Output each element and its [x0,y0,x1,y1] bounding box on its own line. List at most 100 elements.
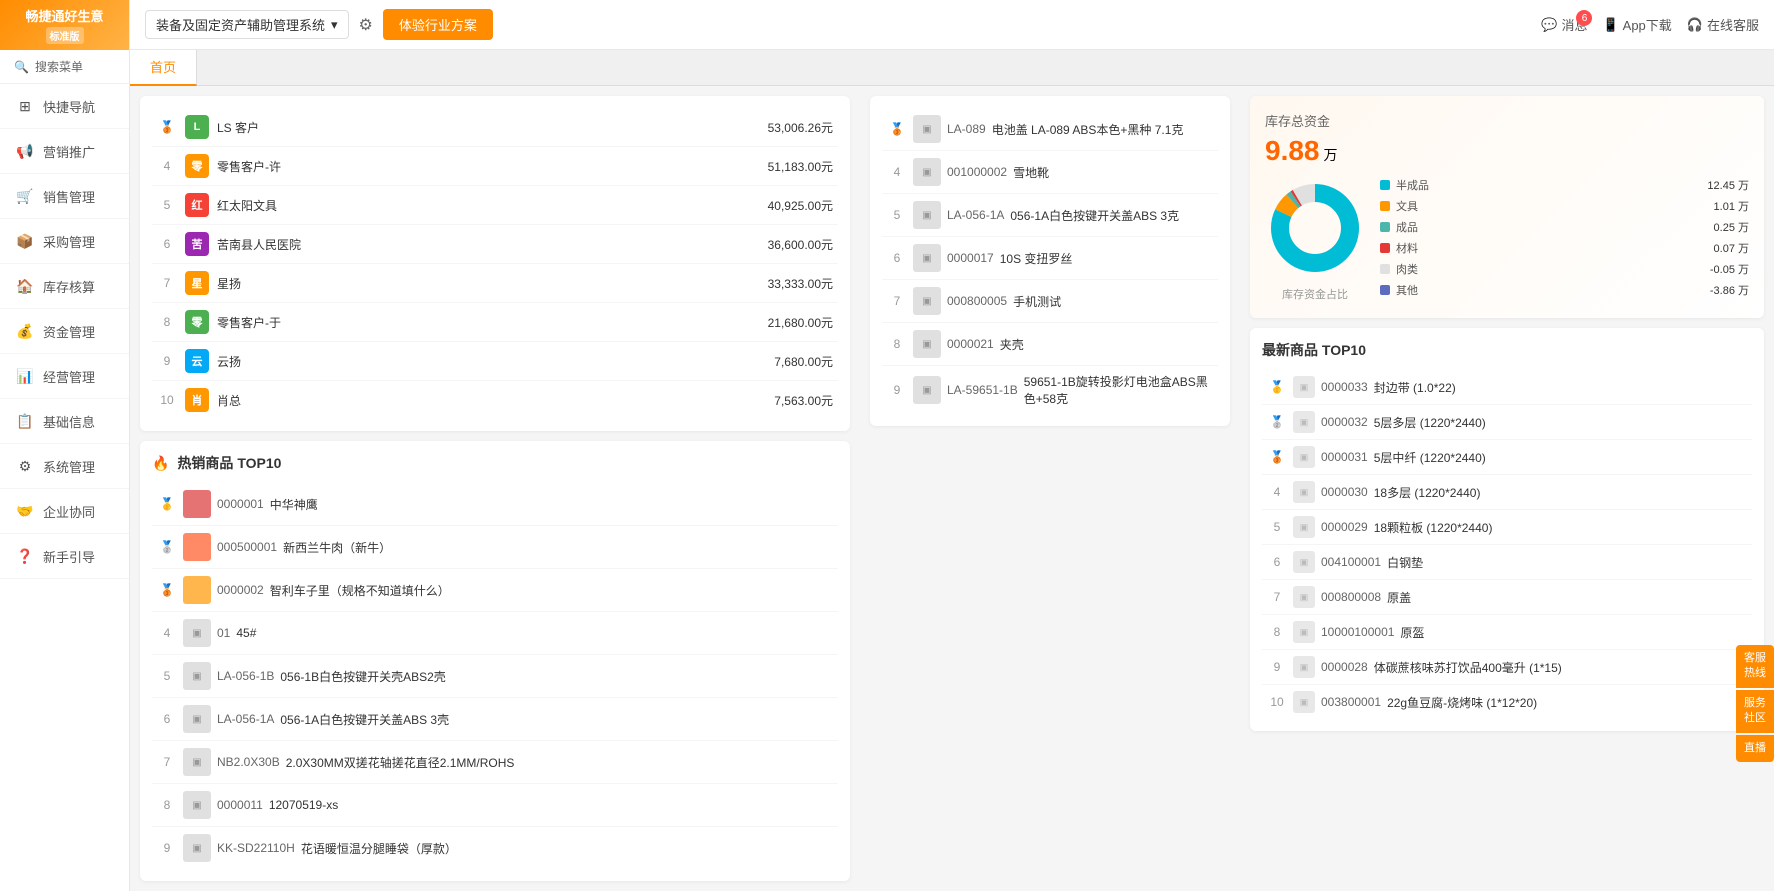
sidebar-item-stock[interactable]: 🏠库存核算 [0,264,129,309]
legend-label: 文具 [1396,198,1418,214]
product-code: LA-59651-1B [947,383,1018,397]
newest-product-row: 9 ▣ 0000028 体碳蔗核味苏打饮品400毫升 (1*15) [1262,650,1752,685]
product-analysis-row: 9 ▣ LA-59651-1B 59651-1B旋转投影灯电池盒ABS黑色+58… [882,366,1218,414]
customer-name: 肖总 [217,392,774,409]
logo-sub: 标准版 [46,27,84,44]
newest-img: ▣ [1293,481,1315,503]
product-img: ▣ [183,705,211,733]
sidebar-search[interactable]: 🔍 搜索菜单 [0,50,129,84]
settings-icon[interactable]: ⚙ [359,15,373,35]
legend-label: 半成品 [1396,177,1429,193]
product-code: 000800008 [1321,590,1381,604]
float-btn-live[interactable]: 直播 [1736,735,1774,762]
customer-name: 零售客户-许 [217,158,768,175]
rank-num: 6 [157,712,177,726]
product-img [183,576,211,604]
product-analysis-row: 6 ▣ 0000017 10S 变扭罗丝 [882,237,1218,280]
float-btn-community[interactable]: 服务社区 [1736,690,1774,733]
product-code: 0000011 [217,798,263,812]
topbar-message[interactable]: 💬 消息 6 [1541,15,1587,34]
legend-value: 0.25 万 [1714,219,1749,235]
hot-products-title-text: 🔥 [152,455,169,472]
product-img: ▣ [913,330,941,358]
sidebar-item-quick[interactable]: ⊞快捷导航 [0,84,129,129]
customer-avatar: 苦 [185,232,209,256]
sidebar-item-marketing[interactable]: 📢营销推广 [0,129,129,174]
customer-avatar: 零 [185,154,209,178]
product-code: 10000100001 [1321,625,1394,639]
legend-label: 成品 [1396,219,1418,235]
product-name: 中华神鹰 [270,496,833,513]
customer-ranking-card: 🥉 L LS 客户 53,006.26元4 零 零售客户-许 51,183.00… [140,96,850,431]
legend-dot [1380,222,1390,232]
nav-icon-operation: 📊 [15,366,35,386]
product-name: 59651-1B旋转投影灯电池盒ABS黑色+58克 [1024,373,1213,407]
product-code: 0000001 [217,497,264,511]
product-code: 001000002 [947,165,1007,179]
newest-img: ▣ [1293,446,1315,468]
topbar-online-service[interactable]: 🎧 在线客服 [1687,15,1759,34]
sidebar-item-operation[interactable]: 📊经营管理 [0,354,129,399]
nav-label-sales: 销售管理 [43,187,95,206]
product-img [183,490,211,518]
tab-home[interactable]: 首页 [130,50,197,86]
donut-chart: 库存资金占比 [1265,178,1365,302]
nav-items: ⊞快捷导航📢营销推广 🛒 销售管理 📦采购管理🏠库存核算💰资金管理📊经营管理📋基础信息… [0,84,129,579]
search-icon: 🔍 [14,60,29,74]
product-code: 000800005 [947,294,1007,308]
stock-total-value: 9.88 [1265,135,1320,167]
hot-product-row: 9▣ KK-SD22110H 花语暖恒温分腿睡袋（厚款） [152,827,838,869]
customer-row: 6 苦 苦南县人民医院 36,600.00元 [152,225,838,264]
legend-value: -3.86 万 [1710,282,1749,298]
product-code: 0000032 [1321,415,1368,429]
topbar-app-download[interactable]: 📱 App下载 [1602,15,1671,34]
newest-product-row: 10 ▣ 003800001 22g鱼豆腐-烧烤味 (1*12*20) [1262,685,1752,719]
rank-num: 8 [887,337,907,351]
product-img: ▣ [183,662,211,690]
product-img: ▣ [183,619,211,647]
nav-icon-purchase: 📦 [15,231,35,251]
nav-icon-quick: ⊞ [15,96,35,116]
customer-name: 零售客户-于 [217,314,768,331]
product-code: LA-056-1A [947,208,1004,222]
medal-icon: 🥇 [1267,380,1287,394]
rank-num: 9 [1267,660,1287,674]
customer-row: 10 肖 肖总 7,563.00元 [152,381,838,419]
product-name: 智利车子里（规格不知道填什么） [270,582,833,599]
page-tabs: 首页 [130,50,1774,86]
customer-amount: 33,333.00元 [768,275,833,292]
sidebar-item-system[interactable]: ⚙系统管理 [0,444,129,489]
headset-icon: 🎧 [1687,17,1703,33]
sidebar-item-guide[interactable]: ❓新手引导 [0,534,129,579]
medal-icon: 🥉 [1267,450,1287,464]
nav-icon-sales: 🛒 [15,186,35,206]
product-name: 白钢垫 [1387,554,1747,571]
newest-img: ▣ [1293,411,1315,433]
sidebar-item-company[interactable]: 🤝企业协同 [0,489,129,534]
product-name: 18颗粒板 (1220*2440) [1374,519,1747,536]
trial-btn[interactable]: 体验行业方案 [383,9,493,40]
rank-num: 5 [1267,520,1287,534]
product-name: 056-1A白色按键开关盖ABS 3克 [1010,207,1213,224]
float-btn-service[interactable]: 客服热线 [1736,645,1774,688]
sidebar-item-sales[interactable]: 🛒 销售管理 [0,174,129,219]
product-name: 18多层 (1220*2440) [1374,484,1747,501]
nav-label-company: 企业协同 [43,502,95,521]
product-name: 10S 变扭罗丝 [1000,250,1213,267]
legend-item: 文具 1.01 万 [1380,198,1749,214]
rank-num: 10 [157,393,177,407]
customer-row: 4 零 零售客户-许 51,183.00元 [152,147,838,186]
product-name: 夹壳 [1000,336,1213,353]
medal-icon: 🥉 [157,583,177,597]
customer-row: 🥉 L LS 客户 53,006.26元 [152,108,838,147]
sidebar-item-purchase[interactable]: 📦采购管理 [0,219,129,264]
product-img: ▣ [913,287,941,315]
rank-num: 8 [157,798,177,812]
product-img: ▣ [913,158,941,186]
system-select[interactable]: 装备及固定资产辅助管理系统 ▾ [145,10,349,39]
sidebar-item-finance[interactable]: 💰资金管理 [0,309,129,354]
sidebar: 畅捷通好生意 标准版 🔍 搜索菜单 ⊞快捷导航📢营销推广🛒销售管理📦采购管理🏠库… [0,0,130,891]
sidebar-item-basic[interactable]: 📋基础信息 [0,399,129,444]
product-name: 5层多层 (1220*2440) [1374,414,1747,431]
legend-value: 12.45 万 [1707,177,1749,193]
